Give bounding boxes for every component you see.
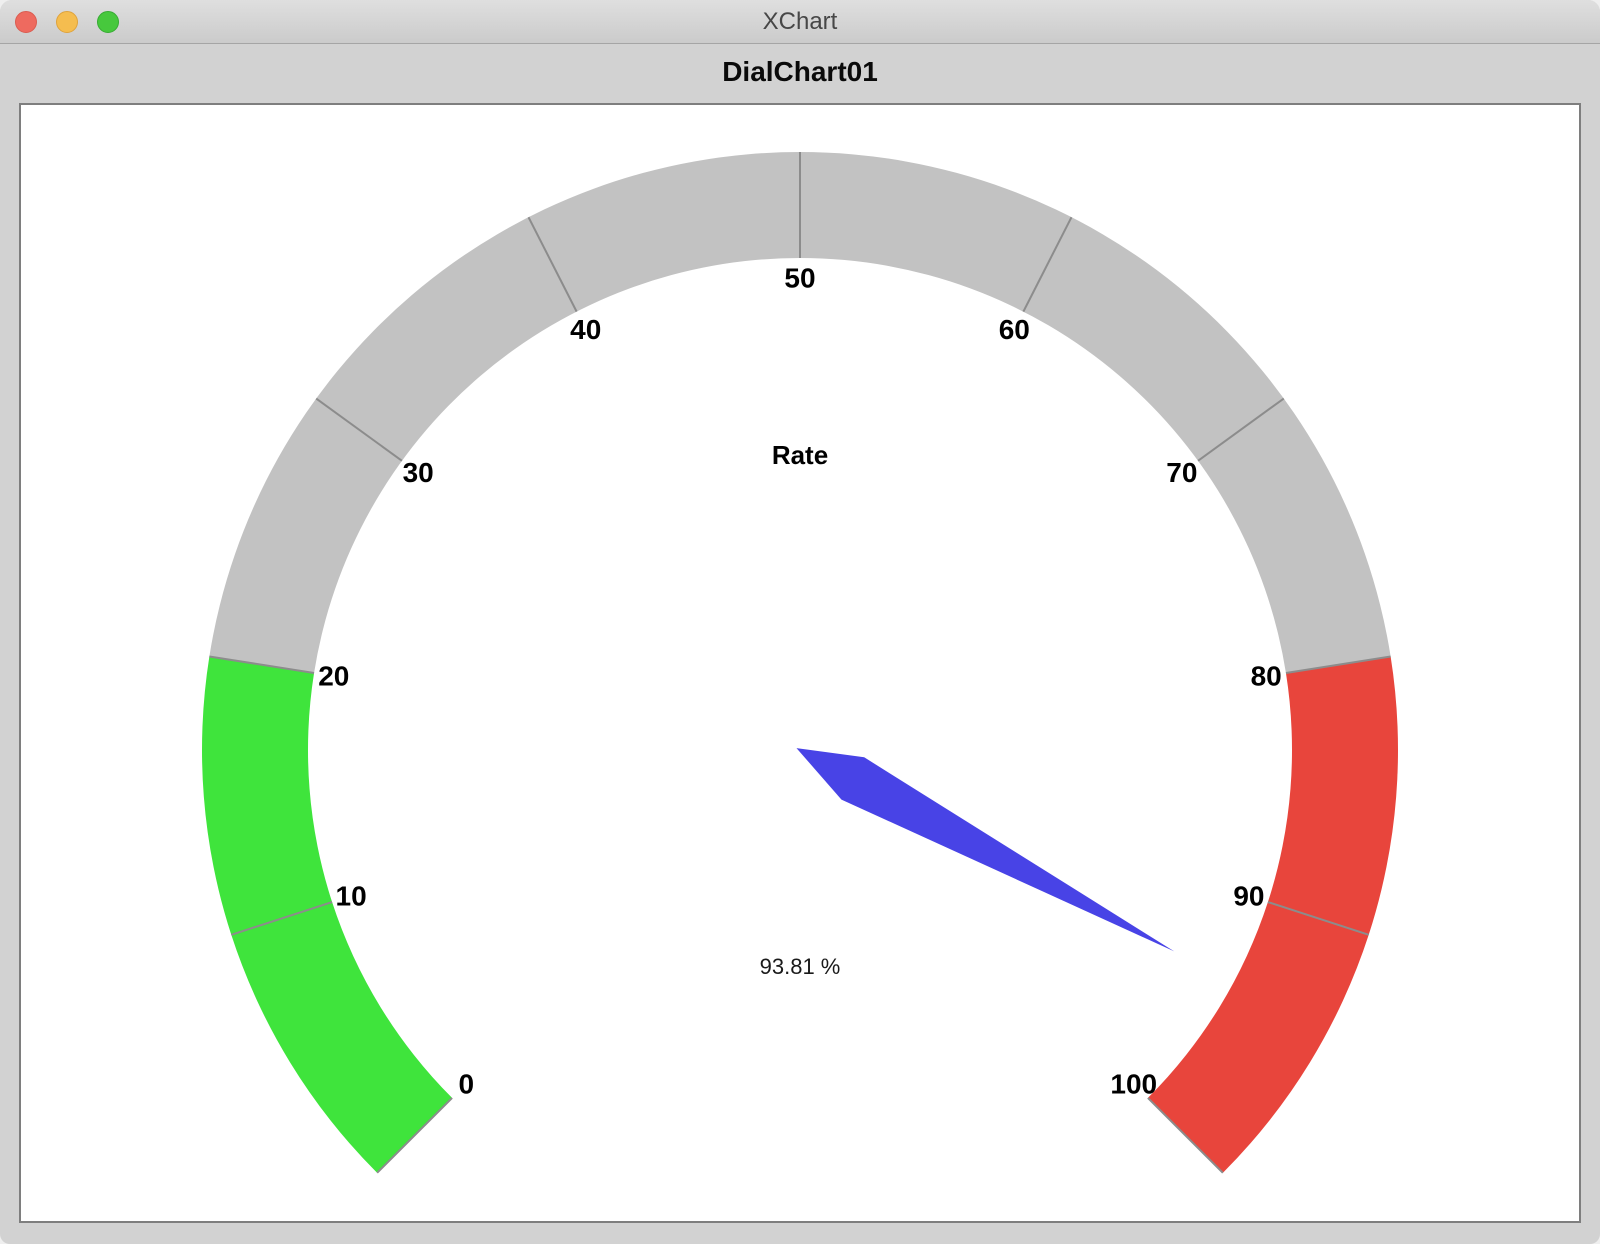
plot-panel — [19, 103, 1581, 1223]
app-window: XChart DialChart01 010203040506070809010… — [0, 0, 1600, 1244]
chart-title: DialChart01 — [0, 44, 1600, 103]
window-titlebar: XChart — [0, 0, 1600, 44]
dial-value-label: 93.81 % — [0, 954, 1600, 980]
window-title: XChart — [0, 0, 1600, 43]
series-name-label: Rate — [0, 440, 1600, 471]
